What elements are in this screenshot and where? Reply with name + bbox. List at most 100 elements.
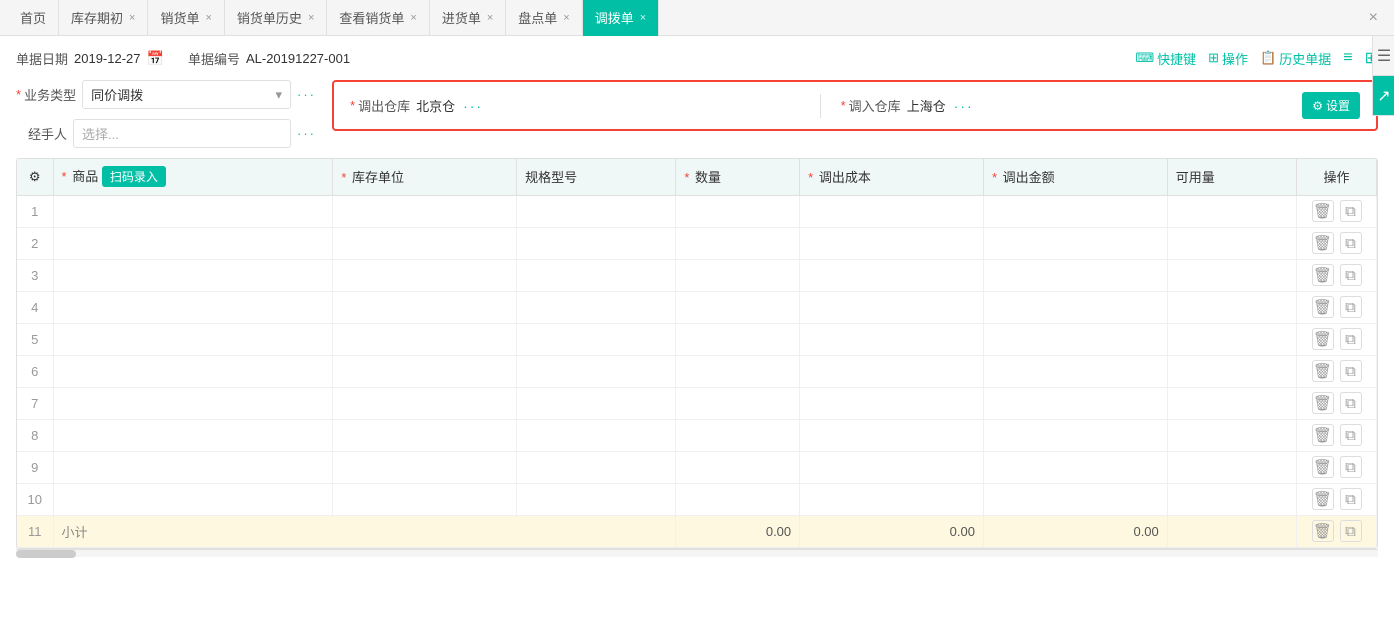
cell-product[interactable] — [53, 291, 333, 323]
calendar-icon[interactable]: 📅 — [147, 50, 164, 67]
transfer-in-more[interactable]: ··· — [954, 98, 974, 114]
layout-toggle-list[interactable]: ≡ — [1343, 49, 1352, 67]
scroll-thumb[interactable] — [16, 550, 76, 558]
cell-amount[interactable] — [983, 387, 1167, 419]
copy-row-button[interactable]: ⧉ — [1340, 424, 1362, 446]
copy-row-button[interactable]: ⧉ — [1340, 456, 1362, 478]
copy-row-button[interactable]: ⧉ — [1340, 488, 1362, 510]
scroll-area[interactable] — [16, 549, 1378, 557]
cell-amount[interactable] — [983, 355, 1167, 387]
cell-amount[interactable] — [983, 291, 1167, 323]
cell-product[interactable] — [53, 387, 333, 419]
cell-unit[interactable] — [333, 291, 517, 323]
cell-unit[interactable] — [333, 483, 517, 515]
sidebar-export-icon[interactable]: ↗ — [1373, 76, 1394, 116]
delete-row-button[interactable]: 🗑 — [1312, 296, 1334, 318]
cell-spec[interactable] — [517, 451, 676, 483]
window-close-button[interactable]: × — [1361, 9, 1386, 27]
cell-amount[interactable] — [983, 227, 1167, 259]
th-settings[interactable]: ⚙ — [17, 159, 53, 195]
cell-cost[interactable] — [800, 387, 984, 419]
tab-inventory-init[interactable]: 库存期初 × — [59, 0, 148, 36]
cell-spec[interactable] — [517, 259, 676, 291]
cell-unit[interactable] — [333, 451, 517, 483]
handler-more[interactable]: ··· — [297, 126, 316, 141]
cell-cost[interactable] — [800, 419, 984, 451]
cell-cost[interactable] — [800, 195, 984, 227]
cell-quantity[interactable] — [676, 195, 800, 227]
handler-select[interactable]: 选择... — [73, 119, 291, 148]
copy-row-button[interactable]: ⧉ — [1340, 392, 1362, 414]
tab-sales-history[interactable]: 销货单历史 × — [225, 0, 327, 36]
cell-quantity[interactable] — [676, 227, 800, 259]
cell-unit[interactable] — [333, 227, 517, 259]
delete-row-button[interactable]: 🗑 — [1312, 456, 1334, 478]
delete-row-button[interactable]: 🗑 — [1312, 232, 1334, 254]
cell-quantity[interactable] — [676, 387, 800, 419]
copy-row-button[interactable]: ⧉ — [1340, 232, 1362, 254]
cell-product[interactable] — [53, 323, 333, 355]
cell-available[interactable] — [1167, 451, 1296, 483]
cell-available[interactable] — [1167, 483, 1296, 515]
scan-button[interactable]: 扫码录入 — [102, 166, 166, 187]
delete-row-button[interactable]: 🗑 — [1312, 424, 1334, 446]
delete-row-button[interactable]: 🗑 — [1312, 200, 1334, 222]
delete-row-button[interactable]: 🗑 — [1312, 360, 1334, 382]
settings-button[interactable]: ⚙ 设置 — [1302, 92, 1360, 119]
cell-product[interactable] — [53, 355, 333, 387]
cell-product[interactable] — [53, 227, 333, 259]
tab-close-inventory-check[interactable]: × — [563, 12, 569, 24]
cell-product[interactable] — [53, 483, 333, 515]
tab-close-sales-order[interactable]: × — [205, 12, 211, 24]
cell-available[interactable] — [1167, 227, 1296, 259]
tab-home[interactable]: 首页 — [8, 0, 59, 36]
cell-unit[interactable] — [333, 195, 517, 227]
cell-unit[interactable] — [333, 419, 517, 451]
copy-row-button[interactable]: ⧉ — [1340, 328, 1362, 350]
cell-amount[interactable] — [983, 419, 1167, 451]
cell-spec[interactable] — [517, 227, 676, 259]
tab-purchase-order[interactable]: 进货单 × — [430, 0, 506, 36]
cell-available[interactable] — [1167, 419, 1296, 451]
copy-row-button[interactable]: ⧉ — [1340, 200, 1362, 222]
delete-row-button[interactable]: 🗑 — [1312, 392, 1334, 414]
cell-quantity[interactable] — [676, 483, 800, 515]
tab-close-sales-history[interactable]: × — [308, 12, 314, 24]
cell-cost[interactable] — [800, 291, 984, 323]
delete-row-button[interactable]: 🗑 — [1312, 264, 1334, 286]
delete-row-button[interactable]: 🗑 — [1312, 328, 1334, 350]
tab-close-inventory-init[interactable]: × — [129, 12, 135, 24]
cell-cost[interactable] — [800, 227, 984, 259]
copy-row-button[interactable]: ⧉ — [1340, 296, 1362, 318]
tab-close-view-sales[interactable]: × — [410, 12, 416, 24]
cell-unit[interactable] — [333, 323, 517, 355]
cell-cost[interactable] — [800, 451, 984, 483]
cell-product[interactable] — [53, 195, 333, 227]
cell-unit[interactable] — [333, 387, 517, 419]
cell-available[interactable] — [1167, 355, 1296, 387]
cell-spec[interactable] — [517, 355, 676, 387]
cell-amount[interactable] — [983, 259, 1167, 291]
tab-sales-order[interactable]: 销货单 × — [148, 0, 224, 36]
cell-product[interactable] — [53, 419, 333, 451]
cell-spec[interactable] — [517, 387, 676, 419]
transfer-out-more[interactable]: ··· — [463, 98, 483, 114]
copy-row-button[interactable]: ⧉ — [1340, 360, 1362, 382]
cell-product[interactable] — [53, 451, 333, 483]
operation-action[interactable]: ⊞ 操作 — [1208, 49, 1248, 68]
cell-quantity[interactable] — [676, 259, 800, 291]
sidebar-list-icon[interactable]: ☰ — [1373, 36, 1394, 76]
tab-view-sales[interactable]: 查看销货单 × — [327, 0, 429, 36]
tab-close-transfer-order[interactable]: × — [640, 12, 646, 24]
cell-quantity[interactable] — [676, 419, 800, 451]
cell-cost[interactable] — [800, 323, 984, 355]
copy-row-button[interactable]: ⧉ — [1340, 264, 1362, 286]
cell-quantity[interactable] — [676, 323, 800, 355]
cell-spec[interactable] — [517, 323, 676, 355]
cell-unit[interactable] — [333, 355, 517, 387]
cell-available[interactable] — [1167, 323, 1296, 355]
cell-available[interactable] — [1167, 259, 1296, 291]
cell-amount[interactable] — [983, 483, 1167, 515]
cell-cost[interactable] — [800, 483, 984, 515]
tab-transfer-order[interactable]: 调拨单 × — [583, 0, 659, 36]
